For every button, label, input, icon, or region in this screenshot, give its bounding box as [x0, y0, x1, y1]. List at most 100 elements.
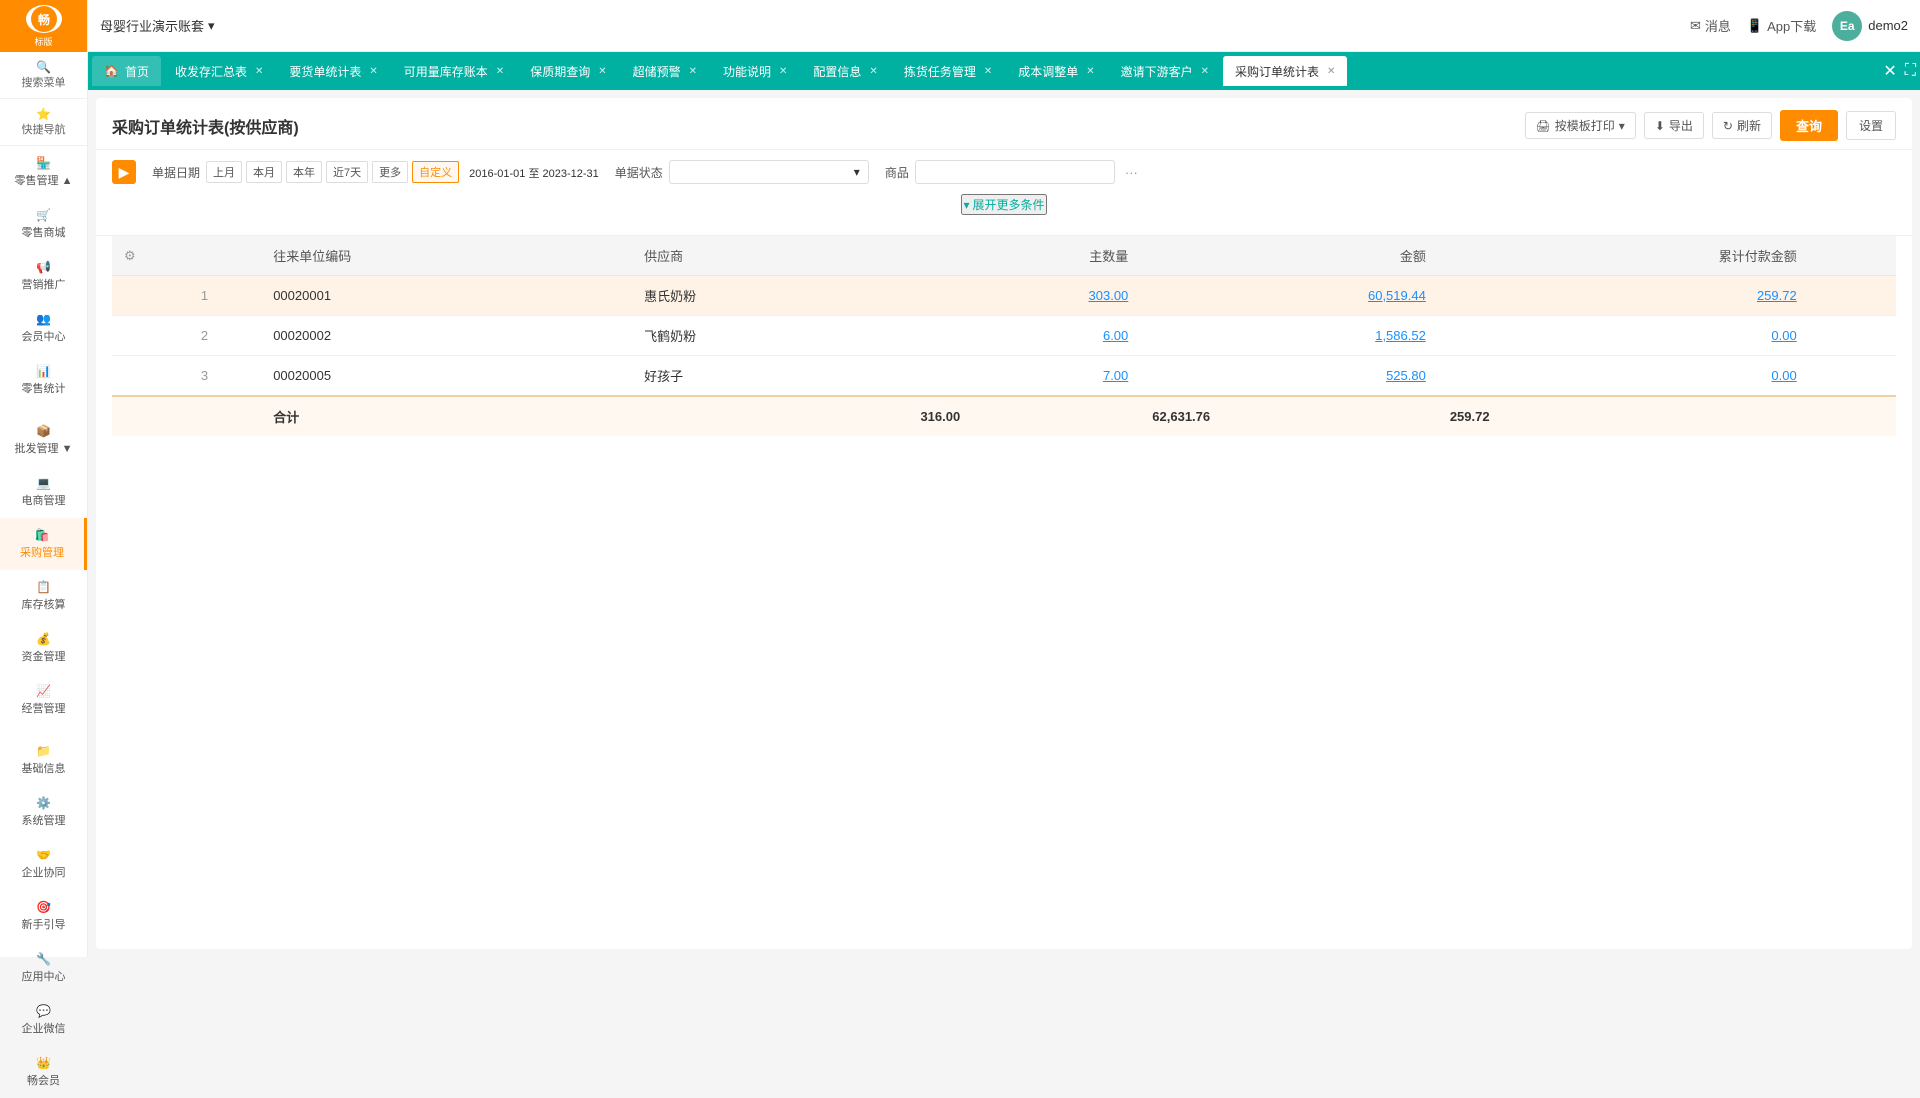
tab-collect[interactable]: 收发存汇总表 ✕ — [163, 56, 275, 86]
tab-close-icon[interactable]: ✕ — [779, 66, 787, 77]
tab-cost[interactable]: 成本调整单 ✕ — [1006, 56, 1106, 86]
tab-close-icon[interactable]: ✕ — [1201, 66, 1209, 77]
tab-label: 可用量库存账本 — [404, 63, 488, 80]
tab-expiry[interactable]: 保质期查询 ✕ — [518, 56, 618, 86]
sidebar-item-appcenter[interactable]: 🔧 应用中心 — [0, 942, 87, 994]
row-supplier: 好孩子 — [632, 356, 908, 397]
svg-text:畅: 畅 — [37, 12, 49, 27]
sidebar-item-newbie[interactable]: 🎯 新手引导 — [0, 890, 87, 942]
tab-inventory[interactable]: 可用量库存账本 ✕ — [392, 56, 516, 86]
date-btn-custom[interactable]: 自定义 — [412, 161, 459, 183]
topbar: 母婴行业演示账套 ▾ ✉ 消息 📱 App下载 Ea demo2 — [88, 0, 1920, 52]
sidebar-item-label: 基础信息 — [22, 760, 66, 776]
sidebar-item-search[interactable]: 🔍 搜索菜单 — [0, 52, 87, 99]
sidebar-item-basic[interactable]: 📁 基础信息 — [0, 734, 87, 786]
sidebar-item-finance[interactable]: 💰 资金管理 — [0, 622, 87, 674]
sidebar-item-wholesale[interactable]: 📦 批发管理 ▼ — [0, 414, 87, 466]
workspace-selector[interactable]: 母婴行业演示账套 ▾ — [100, 16, 215, 35]
date-range-label: 2016-01-01 至 2023-12-31 — [469, 165, 599, 181]
sidebar-item-system[interactable]: ⚙️ 系统管理 — [0, 786, 87, 838]
avatar: Ea — [1832, 11, 1862, 41]
close-all-icon[interactable]: ✕ — [1883, 61, 1896, 81]
filter-toggle-button[interactable]: ▶ — [112, 160, 136, 184]
sidebar-item-label: 企业微信 — [22, 1020, 66, 1036]
sidebar-item-operations[interactable]: 📈 经营管理 — [0, 674, 87, 726]
message-button[interactable]: ✉ 消息 — [1690, 16, 1731, 35]
system-icon: ⚙️ — [36, 796, 51, 810]
print-button[interactable]: 🖨 按模板打印 ▾ — [1525, 112, 1636, 139]
tab-close-icon[interactable]: ✕ — [598, 66, 606, 77]
sidebar-item-marketing[interactable]: 📢 营销推广 — [0, 250, 87, 302]
tab-config[interactable]: 配置信息 ✕ — [801, 56, 889, 86]
sidebar-item-label: 系统管理 — [22, 812, 66, 828]
sidebar-item-member[interactable]: 👥 会员中心 — [0, 302, 87, 354]
refresh-button[interactable]: ↻ 刷新 — [1712, 112, 1772, 139]
tab-close-icon[interactable]: ✕ — [255, 66, 263, 77]
member-icon: 👥 — [36, 312, 51, 326]
app-download-label: App下载 — [1767, 16, 1816, 35]
tab-close-icon[interactable]: ✕ — [869, 66, 877, 77]
goods-label: 商品 — [885, 164, 909, 181]
tab-overstock[interactable]: 超储预警 ✕ — [621, 56, 709, 86]
sidebar-item-label: 零售管理 ▲ — [15, 172, 73, 188]
sidebar-item-enterprise[interactable]: 🤝 企业协同 — [0, 838, 87, 890]
expand-more-button[interactable]: ▾ 展开更多条件 — [961, 194, 1046, 215]
date-btn-this-month[interactable]: 本月 — [246, 161, 282, 183]
table-row: 3 00020005 好孩子 7.00 525.80 0.00 — [112, 356, 1896, 397]
more-dots-icon[interactable]: ··· — [1125, 165, 1138, 180]
retail-icon: 🏪 — [36, 156, 51, 170]
status-select[interactable]: ▾ — [669, 160, 869, 184]
date-btn-this-year[interactable]: 本年 — [286, 161, 322, 183]
sidebar-item-wechat[interactable]: 💬 企业微信 — [0, 994, 87, 1046]
tab-purchase-stats[interactable]: 采购订单统计表 ✕ — [1223, 56, 1347, 86]
tab-label: 采购订单统计表 — [1235, 63, 1319, 80]
settings-button[interactable]: 设置 — [1846, 111, 1896, 140]
tab-close-icon[interactable]: ✕ — [984, 66, 992, 77]
goods-input[interactable] — [915, 160, 1115, 184]
wechat-icon: 💬 — [36, 1004, 51, 1018]
sidebar: 畅 标版 🔍 搜索菜单 ⭐ 快捷导航 🏪 零售管理 ▲ 🛒 零售商城 📢 营销推… — [0, 0, 88, 957]
column-settings-icon[interactable]: ⚙ — [124, 248, 136, 263]
date-btn-last-month[interactable]: 上月 — [206, 161, 242, 183]
sidebar-item-purchase[interactable]: 🛍️ 采购管理 — [0, 518, 87, 570]
row-settings — [112, 316, 148, 356]
tab-order-stats[interactable]: 要货单统计表 ✕ — [277, 56, 389, 86]
query-button[interactable]: 查询 — [1780, 110, 1838, 141]
sidebar-item-vip[interactable]: 👑 畅会员 — [0, 1046, 87, 1098]
footer-amount: 62,631.76 — [1140, 396, 1438, 436]
date-btn-7days[interactable]: 近7天 — [326, 161, 368, 183]
chevron-down-icon: ▾ — [1619, 119, 1625, 133]
footer-label: 合计 — [261, 396, 632, 436]
sidebar-item-retail[interactable]: 🏪 零售管理 ▲ — [0, 146, 87, 198]
tab-close-icon[interactable]: ✕ — [689, 66, 697, 77]
tab-close-icon[interactable]: ✕ — [496, 66, 504, 77]
export-button[interactable]: ⬇ 导出 — [1644, 112, 1704, 139]
tab-label: 超储预警 — [633, 63, 681, 80]
tab-close-icon[interactable]: ✕ — [1086, 66, 1094, 77]
row-amount: 60,519.44 — [1140, 276, 1438, 316]
tab-invite[interactable]: 邀请下游客户 ✕ — [1109, 56, 1221, 86]
page-actions: 🖨 按模板打印 ▾ ⬇ 导出 ↻ 刷新 查询 设置 — [1525, 110, 1896, 141]
tab-close-icon[interactable]: ✕ — [1327, 66, 1335, 77]
tab-func-desc[interactable]: 功能说明 ✕ — [711, 56, 799, 86]
sidebar-item-inventory[interactable]: 📋 库存核算 — [0, 570, 87, 622]
maximize-icon[interactable]: ⛶ — [1905, 62, 1916, 80]
user-menu[interactable]: Ea demo2 — [1832, 11, 1908, 41]
date-btn-more[interactable]: 更多 — [372, 161, 408, 183]
sidebar-item-label: 库存核算 — [22, 596, 66, 612]
sidebar-item-label: 会员中心 — [22, 328, 66, 344]
sidebar-item-label: 快捷导航 — [4, 121, 83, 137]
tab-home[interactable]: 🏠 首页 — [92, 56, 161, 86]
sidebar-item-ecommerce[interactable]: 💻 电商管理 — [0, 466, 87, 518]
app-download-button[interactable]: 📱 App下载 — [1747, 16, 1816, 35]
tabbar: 🏠 首页 收发存汇总表 ✕ 要货单统计表 ✕ 可用量库存账本 ✕ 保质期查询 ✕… — [88, 52, 1920, 90]
sidebar-item-quicknav[interactable]: ⭐ 快捷导航 — [0, 99, 87, 146]
purchase-icon: 🛍️ — [35, 528, 50, 542]
tab-task[interactable]: 拣货任务管理 ✕ — [892, 56, 1004, 86]
sidebar-item-label: 应用中心 — [22, 968, 66, 984]
sidebar-item-retail-mall[interactable]: 🛒 零售商城 — [0, 198, 87, 250]
row-code: 00020001 — [261, 276, 632, 316]
tab-close-icon[interactable]: ✕ — [369, 66, 377, 77]
phone-icon: 📱 — [1747, 18, 1763, 34]
sidebar-item-retail-stats[interactable]: 📊 零售统计 — [0, 354, 87, 406]
